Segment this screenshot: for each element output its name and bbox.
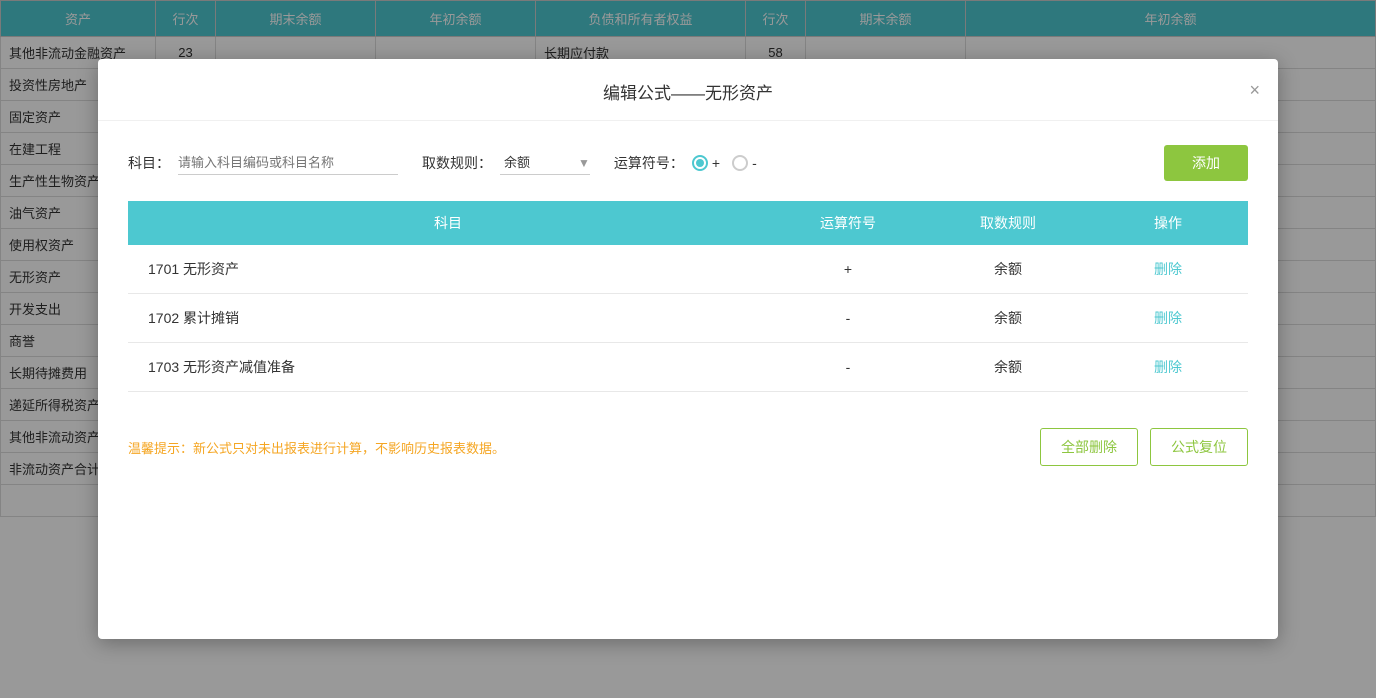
radio-inner-plus (696, 159, 704, 167)
table-row: 1703 无形资产减值准备 - 余额 删除 (128, 343, 1248, 392)
delete-all-button[interactable]: 全部删除 (1040, 428, 1138, 466)
modal-title: 编辑公式——无形资产 (603, 84, 773, 103)
footer-buttons: 全部删除 公式复位 (1040, 428, 1248, 466)
table-row: 1701 无形资产 + 余额 删除 (128, 245, 1248, 294)
th-rule: 取数规则 (928, 201, 1088, 245)
reset-formula-button[interactable]: 公式复位 (1150, 428, 1248, 466)
cell-rule-2: 余额 (928, 294, 1088, 343)
operator-radio-group: + - (692, 155, 757, 171)
hint-text: 温馨提示：新公式只对未出报表进行计算，不影响历史报表数据。 (128, 438, 505, 457)
th-subject: 科目 (128, 201, 768, 245)
radio-circle-plus (692, 155, 708, 171)
cell-action-1: 删除 (1088, 245, 1248, 294)
add-button[interactable]: 添加 (1164, 145, 1248, 181)
th-operator: 运算符号 (768, 201, 928, 245)
subject-field: 科目： (128, 151, 398, 175)
cell-operator-2: - (768, 294, 928, 343)
cell-action-3: 删除 (1088, 343, 1248, 392)
plus-label: + (712, 155, 720, 171)
delete-link-3[interactable]: 删除 (1154, 359, 1182, 375)
cell-subject-3: 1703 无形资产减值准备 (128, 343, 768, 392)
page-container: 资产 行次 期末余额 年初余额 负债和所有者权益 行次 期末余额 年初余额 其他… (0, 0, 1376, 698)
minus-label: - (752, 155, 757, 171)
cell-rule-1: 余额 (928, 245, 1088, 294)
subject-label: 科目： (128, 153, 170, 173)
rule-select-wrap: 余额 借方 贷方 借方发生额 贷方发生额 ▼ (500, 151, 590, 175)
rule-field: 取数规则： 余额 借方 贷方 借方发生额 贷方发生额 ▼ (422, 151, 590, 175)
cell-subject-1: 1701 无形资产 (128, 245, 768, 294)
modal-footer: 温馨提示：新公式只对未出报表进行计算，不影响历史报表数据。 全部删除 公式复位 (98, 412, 1278, 490)
formula-table: 科目 运算符号 取数规则 操作 1701 无形资产 + 余额 删除 (128, 201, 1248, 392)
rule-select[interactable]: 余额 借方 贷方 借方发生额 贷方发生额 (500, 151, 590, 175)
cell-operator-3: - (768, 343, 928, 392)
modal-dialog: 编辑公式——无形资产 × 科目： 取数规则： 余额 (98, 59, 1278, 639)
modal-header: 编辑公式——无形资产 × (98, 59, 1278, 121)
rule-label: 取数规则： (422, 153, 492, 173)
th-action: 操作 (1088, 201, 1248, 245)
radio-minus[interactable]: - (732, 155, 757, 171)
cell-rule-3: 余额 (928, 343, 1088, 392)
table-header-row: 科目 运算符号 取数规则 操作 (128, 201, 1248, 245)
modal-close-button[interactable]: × (1249, 81, 1260, 99)
radio-circle-minus (732, 155, 748, 171)
subject-input[interactable] (178, 151, 398, 175)
delete-link-2[interactable]: 删除 (1154, 310, 1182, 326)
modal-overlay: 编辑公式——无形资产 × 科目： 取数规则： 余额 (0, 0, 1376, 698)
operator-label: 运算符号： (614, 153, 684, 173)
table-row: 1702 累计摊销 - 余额 删除 (128, 294, 1248, 343)
cell-action-2: 删除 (1088, 294, 1248, 343)
operator-field: 运算符号： + - (614, 153, 757, 173)
delete-link-1[interactable]: 删除 (1154, 261, 1182, 277)
cell-operator-1: + (768, 245, 928, 294)
modal-body: 科目： 取数规则： 余额 借方 贷方 借方发生额 贷方发生额 (98, 121, 1278, 412)
form-row: 科目： 取数规则： 余额 借方 贷方 借方发生额 贷方发生额 (128, 145, 1248, 181)
cell-subject-2: 1702 累计摊销 (128, 294, 768, 343)
radio-plus[interactable]: + (692, 155, 720, 171)
